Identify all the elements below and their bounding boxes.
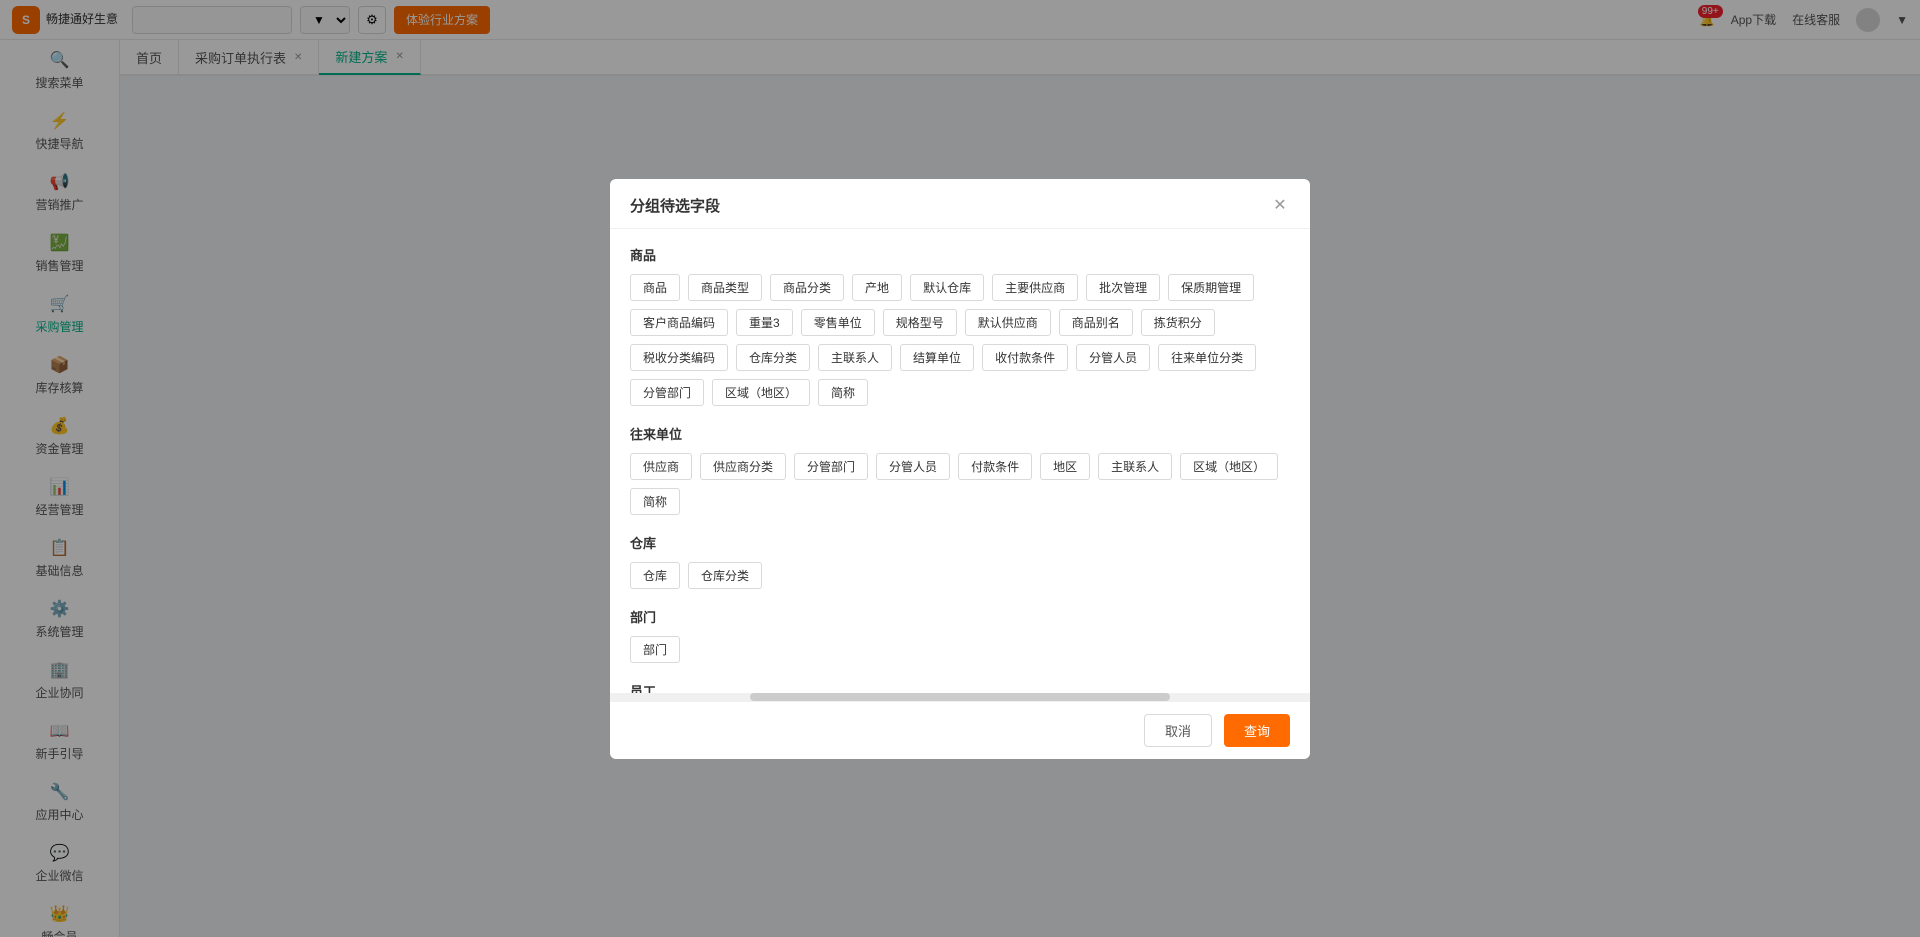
- field-tag-retail-unit[interactable]: 零售单位: [801, 309, 875, 336]
- field-tag-expiry-mgmt[interactable]: 保质期管理: [1168, 274, 1254, 301]
- field-tag-manager-partner[interactable]: 分管人员: [876, 453, 950, 480]
- field-tag-product-category[interactable]: 商品分类: [770, 274, 844, 301]
- field-tag-main-supplier[interactable]: 主要供应商: [992, 274, 1078, 301]
- confirm-button[interactable]: 查询: [1224, 714, 1290, 747]
- field-tag-default-warehouse[interactable]: 默认仓库: [910, 274, 984, 301]
- field-tag-spec-model[interactable]: 规格型号: [883, 309, 957, 336]
- field-tag-main-contact[interactable]: 主联系人: [818, 344, 892, 371]
- field-tag-default-supplier[interactable]: 默认供应商: [965, 309, 1051, 336]
- field-tag-region-partner[interactable]: 地区: [1040, 453, 1090, 480]
- section-partner-title: 往来单位: [630, 424, 1290, 443]
- section-warehouse-title: 仓库: [630, 533, 1290, 552]
- field-tag-supplier[interactable]: 供应商: [630, 453, 692, 480]
- partner-field-tags: 供应商 供应商分类 分管部门 分管人员 付款条件 地区 主联系人 区域（地区） …: [630, 453, 1290, 515]
- field-tag-weight3[interactable]: 重量3: [736, 309, 793, 336]
- modal-overlay: 分组待选字段 ✕ 商品 商品 商品类型 商品分类 产地 默认仓库 主要供应商 批…: [0, 0, 1920, 937]
- section-product-title: 商品: [630, 245, 1290, 264]
- section-employee-title: 员工: [630, 681, 1290, 693]
- horizontal-scrollbar[interactable]: [610, 693, 1310, 701]
- modal-dialog: 分组待选字段 ✕ 商品 商品 商品类型 商品分类 产地 默认仓库 主要供应商 批…: [610, 179, 1310, 759]
- field-tag-department[interactable]: 部门: [630, 636, 680, 663]
- section-warehouse: 仓库 仓库 仓库分类: [630, 533, 1290, 589]
- field-tag-abbr-product[interactable]: 简称: [818, 379, 868, 406]
- section-partner: 往来单位 供应商 供应商分类 分管部门 分管人员 付款条件 地区 主联系人 区域…: [630, 424, 1290, 515]
- field-tag-dept-managed[interactable]: 分管部门: [630, 379, 704, 406]
- field-tag-abbr-partner[interactable]: 简称: [630, 488, 680, 515]
- product-field-tags: 商品 商品类型 商品分类 产地 默认仓库 主要供应商 批次管理 保质期管理 客户…: [630, 274, 1290, 406]
- field-tag-region2-partner[interactable]: 区域（地区）: [1180, 453, 1278, 480]
- field-tag-batch-mgmt[interactable]: 批次管理: [1086, 274, 1160, 301]
- warehouse-field-tags: 仓库 仓库分类: [630, 562, 1290, 589]
- section-department-title: 部门: [630, 607, 1290, 626]
- field-tag-region-product[interactable]: 区域（地区）: [712, 379, 810, 406]
- field-tag-pick-points[interactable]: 拣货积分: [1141, 309, 1215, 336]
- modal-footer: 取消 查询: [610, 701, 1310, 759]
- section-product: 商品 商品 商品类型 商品分类 产地 默认仓库 主要供应商 批次管理 保质期管理…: [630, 245, 1290, 406]
- field-tag-dept-managed-partner[interactable]: 分管部门: [794, 453, 868, 480]
- field-tag-partner-category[interactable]: 往来单位分类: [1158, 344, 1256, 371]
- section-employee: 员工 业务员: [630, 681, 1290, 693]
- cancel-button[interactable]: 取消: [1144, 714, 1212, 747]
- field-tag-supplier-category[interactable]: 供应商分类: [700, 453, 786, 480]
- section-department: 部门 部门: [630, 607, 1290, 663]
- modal-close-button[interactable]: ✕: [1270, 195, 1290, 215]
- horizontal-scrollbar-thumb: [750, 693, 1170, 701]
- field-tag-settlement-unit[interactable]: 结算单位: [900, 344, 974, 371]
- field-tag-product[interactable]: 商品: [630, 274, 680, 301]
- modal-header: 分组待选字段 ✕: [610, 179, 1310, 229]
- field-tag-customer-code[interactable]: 客户商品编码: [630, 309, 728, 336]
- field-tag-tax-code[interactable]: 税收分类编码: [630, 344, 728, 371]
- field-tag-payment-terms[interactable]: 收付款条件: [982, 344, 1068, 371]
- field-tag-warehouse-cat[interactable]: 仓库分类: [688, 562, 762, 589]
- field-tag-main-contact-partner[interactable]: 主联系人: [1098, 453, 1172, 480]
- department-field-tags: 部门: [630, 636, 1290, 663]
- modal-title: 分组待选字段: [630, 195, 720, 216]
- field-tag-product-type[interactable]: 商品类型: [688, 274, 762, 301]
- field-tag-warehouse[interactable]: 仓库: [630, 562, 680, 589]
- field-tag-manager[interactable]: 分管人员: [1076, 344, 1150, 371]
- field-tag-payment-terms-partner[interactable]: 付款条件: [958, 453, 1032, 480]
- modal-body: 商品 商品 商品类型 商品分类 产地 默认仓库 主要供应商 批次管理 保质期管理…: [610, 229, 1310, 693]
- field-tag-origin[interactable]: 产地: [852, 274, 902, 301]
- field-tag-warehouse-category[interactable]: 仓库分类: [736, 344, 810, 371]
- field-tag-product-alias[interactable]: 商品别名: [1059, 309, 1133, 336]
